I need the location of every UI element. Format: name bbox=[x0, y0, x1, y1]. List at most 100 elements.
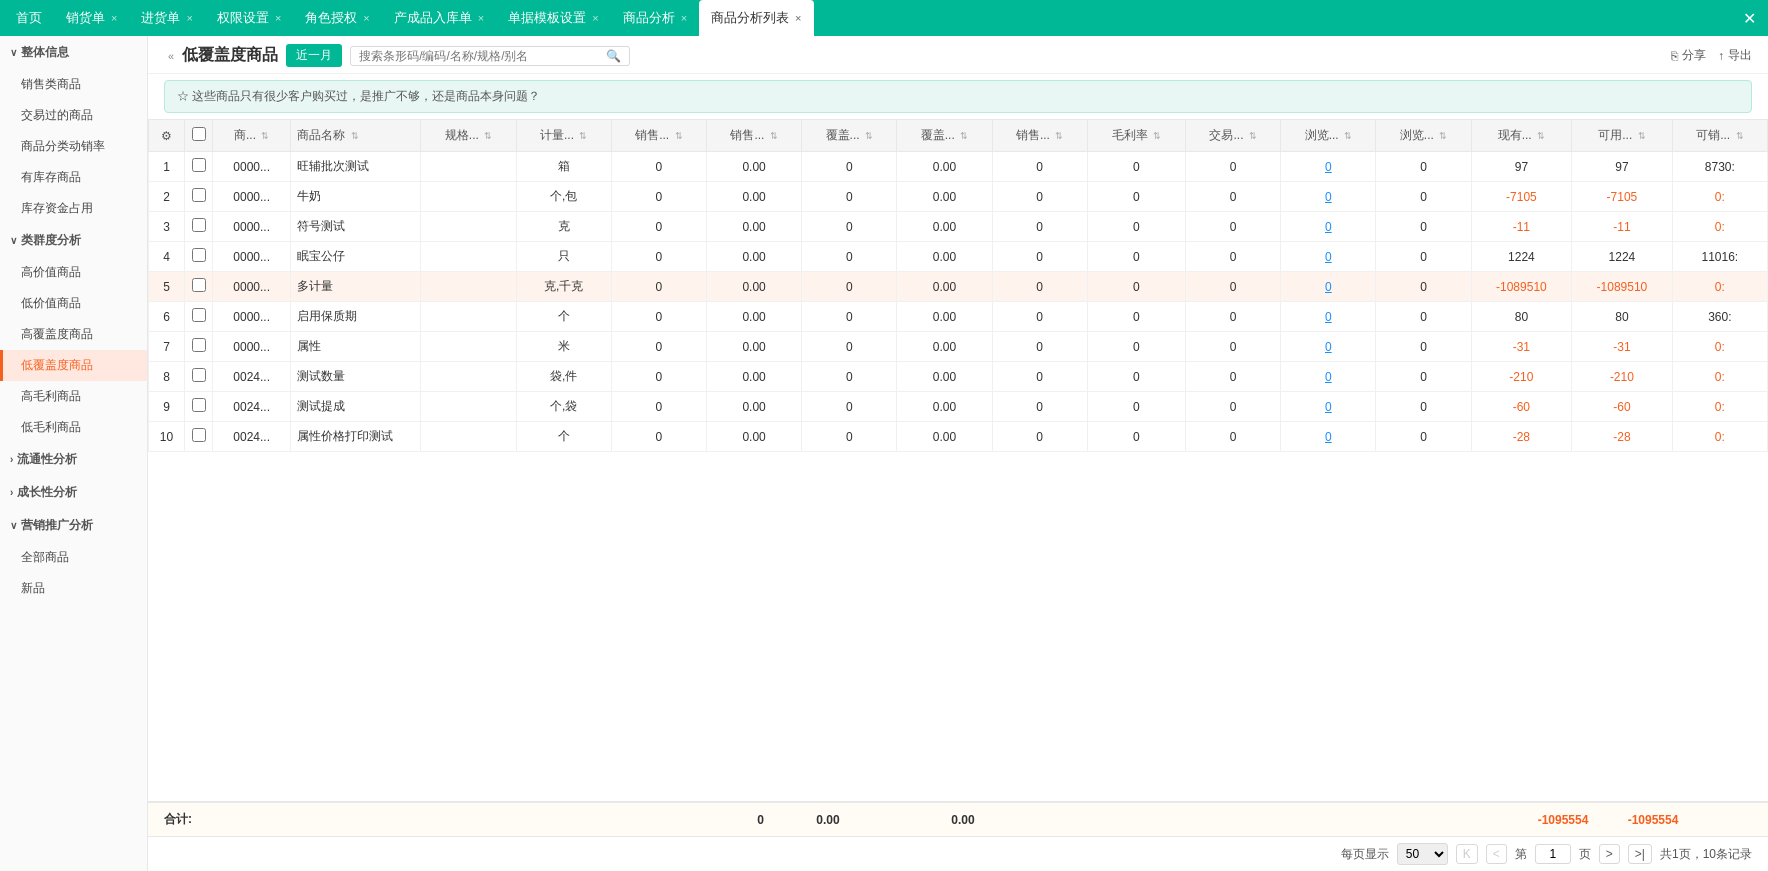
th-name[interactable]: 商品名称 ⇅ bbox=[291, 120, 421, 152]
sidebar-item-in-stock[interactable]: 有库存商品 bbox=[0, 162, 147, 193]
cell-browse1[interactable]: 0 bbox=[1281, 332, 1376, 362]
cell-checkbox[interactable] bbox=[185, 212, 213, 242]
sidebar-item-high-gross[interactable]: 高毛利商品 bbox=[0, 381, 147, 412]
sidebar-item-low-gross[interactable]: 低毛利商品 bbox=[0, 412, 147, 443]
cell-checkbox[interactable] bbox=[185, 422, 213, 452]
close-tab-role[interactable]: × bbox=[363, 12, 369, 24]
close-window[interactable]: ✕ bbox=[1743, 9, 1764, 28]
export-action[interactable]: ↑ 导出 bbox=[1718, 47, 1752, 64]
sidebar-item-low-coverage[interactable]: 低覆盖度商品 bbox=[0, 350, 147, 381]
cell-checkbox[interactable] bbox=[185, 302, 213, 332]
cell-code: 0000... bbox=[213, 302, 291, 332]
row-checkbox[interactable] bbox=[192, 158, 206, 172]
sidebar-section-marketing[interactable]: ∨ 营销推广分析 bbox=[0, 509, 147, 542]
tab-finished-goods[interactable]: 产成品入库单 × bbox=[382, 0, 496, 36]
th-sellable[interactable]: 可销... ⇅ bbox=[1672, 120, 1767, 152]
th-current-stock[interactable]: 现有... ⇅ bbox=[1471, 120, 1572, 152]
table-container[interactable]: ⚙ 商... ⇅ 商品名称 ⇅ 规格... ⇅ 计量... ⇅ 销售... ⇅ … bbox=[148, 119, 1768, 801]
close-tab-finished[interactable]: × bbox=[478, 12, 484, 24]
row-checkbox[interactable] bbox=[192, 308, 206, 322]
th-browse2[interactable]: 浏览... ⇅ bbox=[1376, 120, 1471, 152]
th-sales3[interactable]: 销售... ⇅ bbox=[992, 120, 1087, 152]
page-size-select[interactable]: 50 10 20 100 bbox=[1397, 843, 1448, 865]
close-tab-permission[interactable]: × bbox=[275, 12, 281, 24]
share-action[interactable]: ⎘ 分享 bbox=[1671, 47, 1706, 64]
cell-browse1[interactable]: 0 bbox=[1281, 182, 1376, 212]
cell-checkbox[interactable] bbox=[185, 152, 213, 182]
th-sales-amount[interactable]: 销售... ⇅ bbox=[706, 120, 801, 152]
cell-browse1[interactable]: 0 bbox=[1281, 302, 1376, 332]
row-checkbox[interactable] bbox=[192, 248, 206, 262]
sidebar-item-high-value[interactable]: 高价值商品 bbox=[0, 257, 147, 288]
cell-num: 5 bbox=[149, 272, 185, 302]
th-cover2[interactable]: 覆盖... ⇅ bbox=[897, 120, 992, 152]
row-checkbox[interactable] bbox=[192, 338, 206, 352]
tab-template[interactable]: 单据模板设置 × bbox=[496, 0, 610, 36]
th-code[interactable]: 商... ⇅ bbox=[213, 120, 291, 152]
tab-permission[interactable]: 权限设置 × bbox=[205, 0, 293, 36]
row-checkbox[interactable] bbox=[192, 368, 206, 382]
first-page-btn[interactable]: K bbox=[1456, 844, 1478, 864]
sidebar-item-low-value[interactable]: 低价值商品 bbox=[0, 288, 147, 319]
close-tab-analysis[interactable]: × bbox=[681, 12, 687, 24]
sidebar-item-all-goods[interactable]: 全部商品 bbox=[0, 542, 147, 573]
sidebar-item-stock-capital[interactable]: 库存资金占用 bbox=[0, 193, 147, 224]
sidebar-item-new-goods[interactable]: 新品 bbox=[0, 573, 147, 604]
sidebar-item-sales-goods[interactable]: 销售类商品 bbox=[0, 69, 147, 100]
close-tab-template[interactable]: × bbox=[592, 12, 598, 24]
cell-browse1[interactable]: 0 bbox=[1281, 152, 1376, 182]
page-input[interactable] bbox=[1535, 844, 1571, 864]
cell-checkbox[interactable] bbox=[185, 182, 213, 212]
cell-checkbox[interactable] bbox=[185, 332, 213, 362]
th-gross-rate[interactable]: 毛利率 ⇅ bbox=[1087, 120, 1185, 152]
row-checkbox[interactable] bbox=[192, 428, 206, 442]
close-tab-purchase[interactable]: × bbox=[186, 12, 192, 24]
last-page-btn[interactable]: >| bbox=[1628, 844, 1652, 864]
tab-goods-analysis[interactable]: 商品分析 × bbox=[611, 0, 699, 36]
cell-browse1[interactable]: 0 bbox=[1281, 272, 1376, 302]
row-checkbox[interactable] bbox=[192, 278, 206, 292]
th-sales-qty[interactable]: 销售... ⇅ bbox=[611, 120, 706, 152]
th-cover1[interactable]: 覆盖... ⇅ bbox=[802, 120, 897, 152]
cell-browse1[interactable]: 0 bbox=[1281, 392, 1376, 422]
cell-checkbox[interactable] bbox=[185, 392, 213, 422]
tab-goods-analysis-list[interactable]: 商品分析列表 × bbox=[699, 0, 813, 36]
sidebar-section-cluster[interactable]: ∨ 类群度分析 bbox=[0, 224, 147, 257]
next-page-btn[interactable]: > bbox=[1599, 844, 1620, 864]
sidebar-section-liquidity[interactable]: › 流通性分析 bbox=[0, 443, 147, 476]
row-checkbox[interactable] bbox=[192, 398, 206, 412]
sidebar-section-growth[interactable]: › 成长性分析 bbox=[0, 476, 147, 509]
tab-sales-order[interactable]: 销货单 × bbox=[54, 0, 129, 36]
th-checkbox[interactable] bbox=[185, 120, 213, 152]
th-spec[interactable]: 规格... ⇅ bbox=[421, 120, 516, 152]
tab-role-auth[interactable]: 角色授权 × bbox=[293, 0, 381, 36]
th-available-stock[interactable]: 可用... ⇅ bbox=[1572, 120, 1673, 152]
row-checkbox[interactable] bbox=[192, 188, 206, 202]
prev-page-btn[interactable]: < bbox=[1486, 844, 1507, 864]
collapse-sidebar-icon[interactable]: « bbox=[168, 50, 174, 62]
sidebar-item-high-coverage[interactable]: 高覆盖度商品 bbox=[0, 319, 147, 350]
th-unit[interactable]: 计量... ⇅ bbox=[516, 120, 611, 152]
cell-browse1[interactable]: 0 bbox=[1281, 242, 1376, 272]
th-trade[interactable]: 交易... ⇅ bbox=[1186, 120, 1281, 152]
cell-browse1[interactable]: 0 bbox=[1281, 422, 1376, 452]
sidebar-item-category-rate[interactable]: 商品分类动销率 bbox=[0, 131, 147, 162]
row-checkbox[interactable] bbox=[192, 218, 206, 232]
cell-browse1[interactable]: 0 bbox=[1281, 212, 1376, 242]
select-all-checkbox[interactable] bbox=[192, 127, 206, 141]
th-settings[interactable]: ⚙ bbox=[149, 120, 185, 152]
cell-browse1[interactable]: 0 bbox=[1281, 362, 1376, 392]
th-browse1[interactable]: 浏览... ⇅ bbox=[1281, 120, 1376, 152]
sidebar-item-traded-goods[interactable]: 交易过的商品 bbox=[0, 100, 147, 131]
tab-home[interactable]: 首页 bbox=[4, 0, 54, 36]
cell-checkbox[interactable] bbox=[185, 362, 213, 392]
cell-checkbox[interactable] bbox=[185, 272, 213, 302]
sidebar-section-overall[interactable]: ∨ 整体信息 bbox=[0, 36, 147, 69]
close-tab-analysis-list[interactable]: × bbox=[795, 12, 801, 24]
filter-recent-month[interactable]: 近一月 bbox=[286, 44, 342, 67]
search-icon[interactable]: 🔍 bbox=[606, 49, 621, 63]
cell-checkbox[interactable] bbox=[185, 242, 213, 272]
search-input[interactable] bbox=[359, 49, 606, 63]
tab-purchase[interactable]: 进货单 × bbox=[129, 0, 204, 36]
close-tab-sales[interactable]: × bbox=[111, 12, 117, 24]
